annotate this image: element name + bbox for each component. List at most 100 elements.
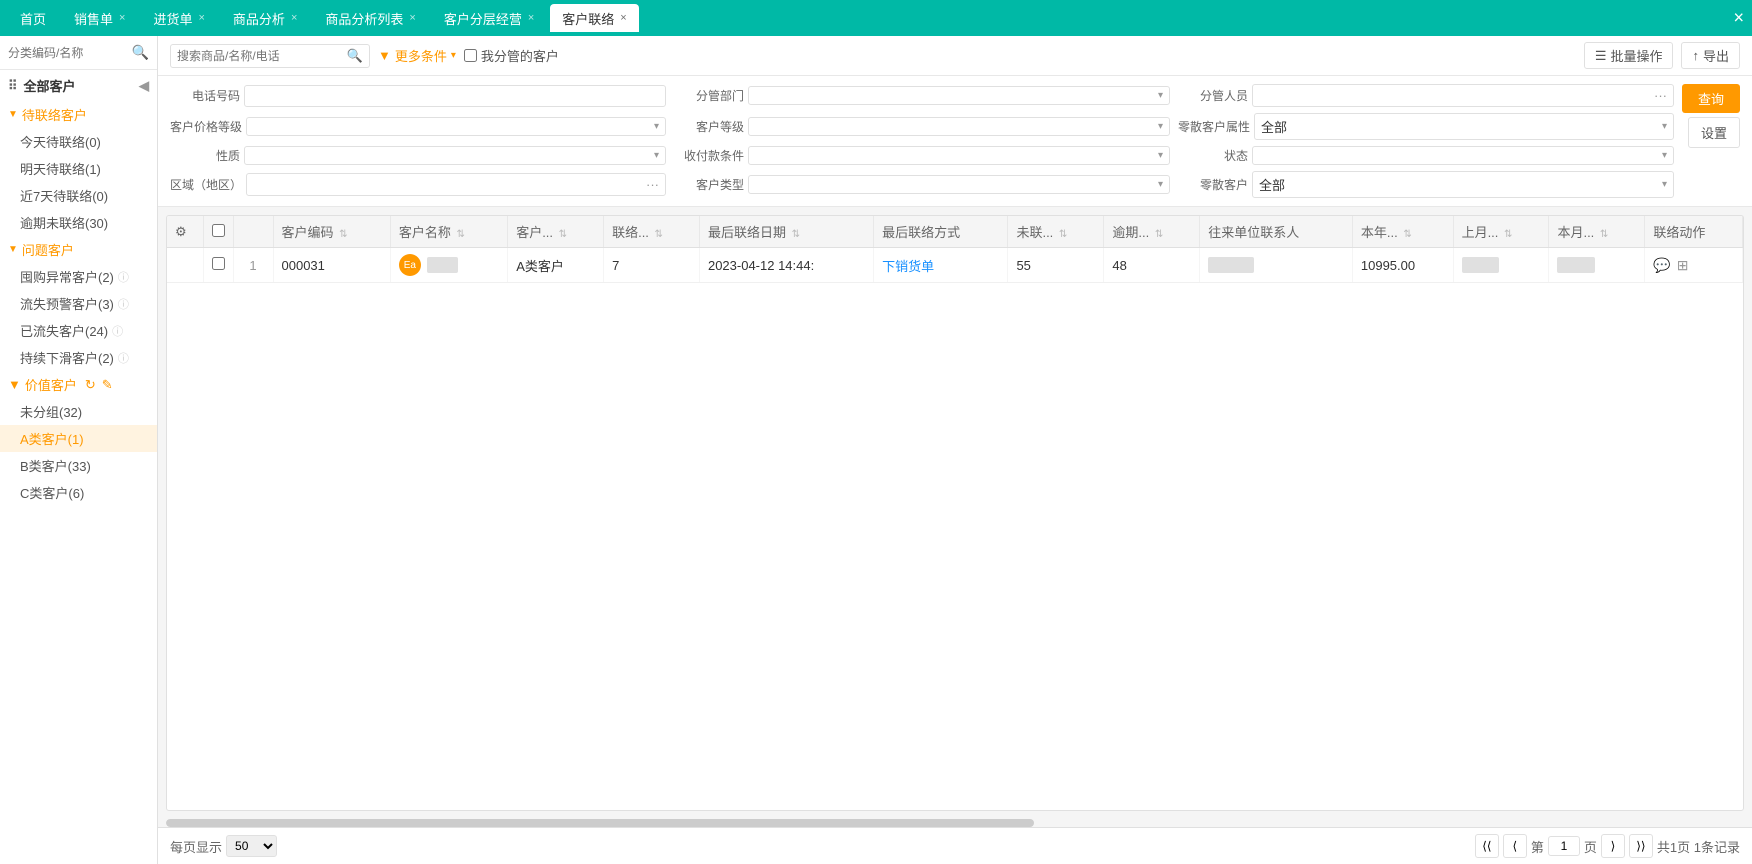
th-name[interactable]: 客户名称 ⇅: [390, 216, 507, 248]
th-this-month[interactable]: 本月... ⇅: [1549, 216, 1645, 248]
th-level[interactable]: 客户... ⇅: [508, 216, 604, 248]
filter-retail-attr-select[interactable]: 全部 ▾: [1254, 113, 1674, 140]
sort-contact-icon[interactable]: ⇅: [655, 229, 663, 240]
filter-more-button[interactable]: ▼ 更多条件 ▾: [378, 46, 456, 65]
grid-action-icon[interactable]: ⊞: [1677, 257, 1689, 274]
close-customer-segment-icon[interactable]: ×: [528, 12, 534, 24]
first-page-button[interactable]: ⟨⟨: [1475, 834, 1499, 858]
main-layout: 🔍 ⠿ 全部客户 ◀ ▼ 待联络客户 今天待联络(0) 明天待联络(1) 近7天…: [0, 36, 1752, 864]
sidebar-all-customers[interactable]: ⠿ 全部客户 ◀: [0, 70, 157, 101]
sidebar-item-tomorrow-contact[interactable]: 明天待联络(1): [0, 155, 157, 182]
th-not-contacted[interactable]: 未联... ⇅: [1008, 216, 1104, 248]
th-code[interactable]: 客户编码 ⇅: [273, 216, 390, 248]
section-value-customers[interactable]: ▼ 价值客户 ↻ ✎: [0, 371, 157, 398]
th-this-year[interactable]: 本年... ⇅: [1352, 216, 1453, 248]
td-last-contact-type[interactable]: 下销货单: [874, 248, 1008, 283]
collapse-sidebar-icon[interactable]: ◀: [139, 78, 149, 94]
sidebar-item-churned[interactable]: 已流失客户(24) ⓘ: [0, 317, 157, 344]
horizontal-scrollbar[interactable]: [166, 819, 1744, 827]
person-dots-icon[interactable]: ···: [1654, 88, 1667, 103]
filter-nature-select[interactable]: ▾: [244, 146, 666, 165]
sort-name-icon[interactable]: ⇅: [456, 229, 464, 240]
sidebar-item-7day-contact[interactable]: 近7天待联络(0): [0, 182, 157, 209]
th-last-month[interactable]: 上月... ⇅: [1453, 216, 1549, 248]
my-customers-checkbox[interactable]: [464, 49, 477, 62]
filter-retail-customer-select[interactable]: 全部 ▾: [1252, 171, 1674, 198]
filter-search-icon[interactable]: 🔍: [347, 48, 363, 64]
filter-status-select[interactable]: ▾: [1252, 146, 1674, 165]
select-all-checkbox[interactable]: [212, 224, 225, 237]
td-row-settings: [167, 248, 203, 283]
sidebar-search-icon[interactable]: 🔍: [132, 44, 149, 61]
tab-sales[interactable]: 销售单 ×: [62, 4, 137, 32]
th-contact[interactable]: 联络... ⇅: [604, 216, 700, 248]
filter-region-select[interactable]: ···: [246, 173, 666, 196]
sidebar-item-overdue-contact[interactable]: 逾期未联络(30): [0, 209, 157, 236]
sidebar-item-abnormal[interactable]: 囤购异常客户(2) ⓘ: [0, 263, 157, 290]
sidebar-item-class-b[interactable]: B类客户(33): [0, 452, 157, 479]
sort-not-contacted-icon[interactable]: ⇅: [1059, 229, 1067, 240]
filter-price-level-select[interactable]: ▾: [246, 117, 666, 136]
export-button[interactable]: ↑ 导出: [1681, 42, 1740, 69]
section-pending-contact[interactable]: ▼ 待联络客户: [0, 101, 157, 128]
row-checkbox[interactable]: [212, 257, 225, 270]
batch-button[interactable]: ☰ 批量操作: [1584, 42, 1674, 69]
next-page-button[interactable]: ⟩: [1601, 834, 1625, 858]
my-customers-checkbox-area[interactable]: 我分管的客户: [464, 46, 559, 65]
sort-last-contact-date-icon[interactable]: ⇅: [792, 229, 800, 240]
filter-search-input[interactable]: [177, 49, 343, 63]
sort-level-icon[interactable]: ⇅: [559, 229, 567, 240]
sort-overdue-icon[interactable]: ⇅: [1155, 229, 1163, 240]
td-row-checkbox: [203, 248, 233, 283]
page-input[interactable]: [1548, 836, 1580, 856]
close-product-analysis-list-icon[interactable]: ×: [409, 12, 415, 24]
sidebar-item-today-contact[interactable]: 今天待联络(0): [0, 128, 157, 155]
filter-customer-level-select[interactable]: ▾: [748, 117, 1170, 136]
sort-code-icon[interactable]: ⇅: [339, 229, 347, 240]
edit-group-icon[interactable]: ✎: [102, 377, 113, 393]
td-code[interactable]: 000031: [273, 248, 390, 283]
sidebar-item-churn-warning[interactable]: 流失预警客户(3) ⓘ: [0, 290, 157, 317]
tab-product-analysis-list[interactable]: 商品分析列表 ×: [313, 4, 427, 32]
sidebar-search-input[interactable]: [8, 46, 128, 60]
prev-page-button[interactable]: ⟨: [1503, 834, 1527, 858]
sidebar-item-class-a[interactable]: A类客户(1): [0, 425, 157, 452]
setting-button[interactable]: 设置: [1688, 117, 1740, 148]
filter-phone-input[interactable]: [244, 85, 666, 107]
filter-payment-select[interactable]: ▾: [748, 146, 1170, 165]
th-last-contact-date[interactable]: 最后联络日期 ⇅: [699, 216, 873, 248]
filter-customer-type-select[interactable]: ▾: [748, 175, 1170, 194]
sort-last-month-icon[interactable]: ⇅: [1504, 229, 1512, 240]
last-page-button[interactable]: ⟩⟩: [1629, 834, 1653, 858]
sidebar-item-class-c[interactable]: C类客户(6): [0, 479, 157, 506]
close-purchase-icon[interactable]: ×: [198, 12, 204, 24]
tab-home[interactable]: 首页: [8, 4, 58, 32]
chat-action-icon[interactable]: 💬: [1653, 257, 1670, 274]
filter-row-2: 客户价格等级 ▾ 客户等级 ▾: [170, 113, 1674, 140]
last-contact-type-link[interactable]: 下销货单: [882, 259, 934, 274]
sidebar-item-unclassified[interactable]: 未分组(32): [0, 398, 157, 425]
tab-customer-contact[interactable]: 客户联络 ×: [550, 4, 638, 32]
section-problem-customers[interactable]: ▼ 问题客户: [0, 236, 157, 263]
tab-product-analysis[interactable]: 商品分析 ×: [221, 4, 309, 32]
status-arrow-icon: ▾: [1662, 150, 1667, 161]
scrollbar-thumb[interactable]: [166, 819, 1034, 827]
close-all-button[interactable]: ×: [1733, 8, 1744, 29]
tab-purchase[interactable]: 进货单 ×: [141, 4, 216, 32]
query-button[interactable]: 查询: [1682, 84, 1740, 113]
filter-person-select[interactable]: ···: [1252, 84, 1674, 107]
close-sales-icon[interactable]: ×: [119, 12, 125, 24]
region-dots-icon[interactable]: ···: [646, 177, 659, 192]
tab-customer-segment[interactable]: 客户分层经营 ×: [432, 4, 546, 32]
sort-this-year-icon[interactable]: ⇅: [1403, 229, 1411, 240]
th-settings[interactable]: ⚙: [167, 216, 203, 248]
close-customer-contact-icon[interactable]: ×: [620, 12, 626, 24]
sidebar-item-declining[interactable]: 持续下滑客户(2) ⓘ: [0, 344, 157, 371]
filter-dept-select[interactable]: ▾: [748, 86, 1170, 105]
sort-this-month-icon[interactable]: ⇅: [1600, 229, 1608, 240]
close-product-analysis-icon[interactable]: ×: [291, 12, 297, 24]
sidebar-search-area: 🔍: [0, 36, 157, 70]
per-page-select[interactable]: 50 100 200: [226, 835, 277, 857]
th-overdue[interactable]: 逾期... ⇅: [1104, 216, 1200, 248]
refresh-icon[interactable]: ↻: [85, 377, 96, 393]
